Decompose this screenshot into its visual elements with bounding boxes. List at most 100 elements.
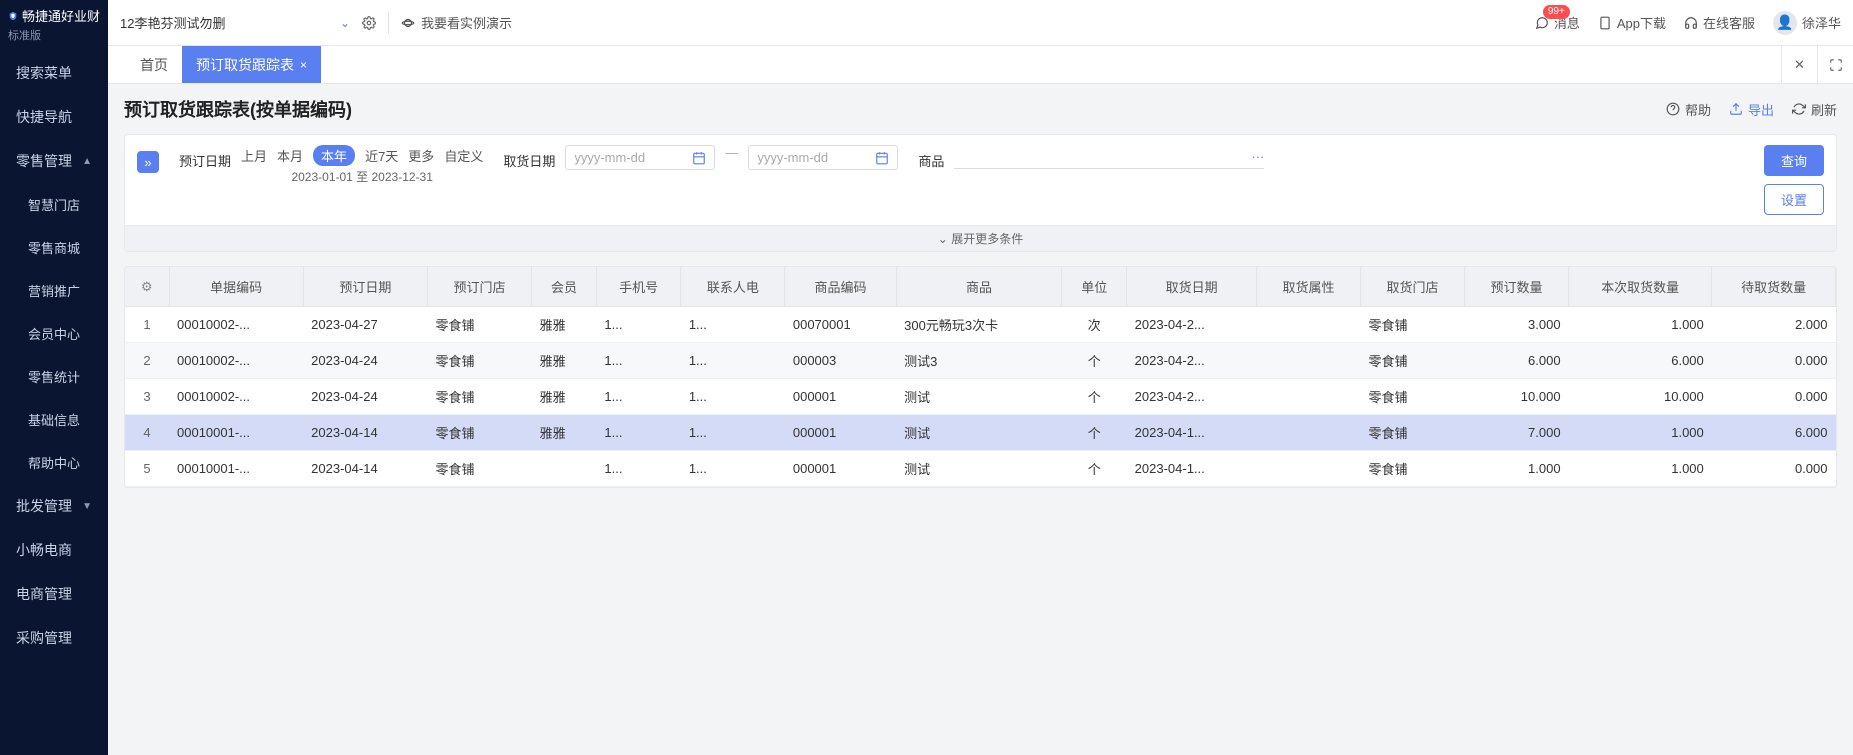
cell-contact: 1...	[681, 307, 785, 343]
column-header[interactable]: 取货门店	[1361, 267, 1465, 307]
cell-pd: 2023-04-1...	[1127, 451, 1257, 487]
range-custom[interactable]: 自定义	[444, 146, 483, 165]
sidebar-item-4[interactable]: 零售商城	[0, 226, 108, 269]
sidebar-item-label: 搜索菜单	[16, 63, 72, 83]
app-download-button[interactable]: App下载	[1598, 13, 1666, 32]
cell-pd: 2023-04-2...	[1127, 379, 1257, 415]
expand-filters-button[interactable]: ⌄ 展开更多条件	[125, 225, 1836, 251]
column-header[interactable]: 预订数量	[1465, 267, 1569, 307]
cell-store: 零食铺	[428, 343, 532, 379]
column-header[interactable]: 单据编码	[169, 267, 303, 307]
cell-pd: 2023-04-1...	[1127, 415, 1257, 451]
range-this-year[interactable]: 本年	[313, 145, 355, 166]
range-more[interactable]: 更多	[408, 146, 434, 165]
sidebar-item-13[interactable]: 采购管理	[0, 616, 108, 660]
sidebar-item-2[interactable]: 零售管理▲	[0, 139, 108, 183]
sidebar-item-0[interactable]: 搜索菜单	[0, 51, 108, 95]
cell-contact: 1...	[681, 415, 785, 451]
sidebar-item-1[interactable]: 快捷导航	[0, 95, 108, 139]
column-header[interactable]: 商品编码	[785, 267, 896, 307]
query-button[interactable]: 查询	[1764, 145, 1824, 176]
fullscreen-button[interactable]	[1817, 46, 1853, 84]
user-menu[interactable]: 👤 徐泽华	[1773, 11, 1841, 35]
export-button[interactable]: 导出	[1729, 100, 1774, 119]
page-header: 预订取货跟踪表(按单据编码) 帮助 导出 刷新	[124, 84, 1837, 134]
column-header[interactable]: 本次取货数量	[1569, 267, 1712, 307]
column-header[interactable]: 取货属性	[1256, 267, 1360, 307]
close-icon[interactable]: ×	[300, 58, 307, 72]
cell-qty: 7.000	[1465, 415, 1569, 451]
help-button[interactable]: 帮助	[1666, 100, 1711, 119]
column-header[interactable]: 联系人电	[681, 267, 785, 307]
table-row[interactable]: 200010002-...2023-04-24零食铺雅雅1...1...0000…	[125, 343, 1836, 379]
settings-button[interactable]: 设置	[1764, 184, 1824, 215]
refresh-button[interactable]: 刷新	[1792, 100, 1837, 119]
column-header[interactable]: 手机号	[596, 267, 680, 307]
sidebar-item-label: 零售统计	[28, 367, 80, 386]
sidebar-item-label: 基础信息	[28, 410, 80, 429]
table-row[interactable]: 300010002-...2023-04-24零食铺雅雅1...1...0000…	[125, 379, 1836, 415]
collapse-filter-button[interactable]: »	[137, 151, 159, 173]
column-header[interactable]: 待取货数量	[1712, 267, 1836, 307]
gear-icon[interactable]	[362, 15, 376, 31]
cell-left: 0.000	[1712, 379, 1836, 415]
demo-link[interactable]: 我要看实例演示	[401, 13, 512, 32]
tab-tracking[interactable]: 预订取货跟踪表 ×	[182, 46, 321, 83]
pickup-date-to[interactable]: yyyy-mm-dd	[748, 145, 898, 170]
date-separator: —	[725, 145, 738, 160]
cell-sku: 000001	[785, 379, 896, 415]
column-header[interactable]: 商品	[896, 267, 1062, 307]
sidebar-item-7[interactable]: 零售统计	[0, 355, 108, 398]
cell-unit: 个	[1062, 379, 1127, 415]
cell-phone: 1...	[596, 451, 680, 487]
messages-button[interactable]: 99+ 消息	[1535, 13, 1580, 32]
user-name: 徐泽华	[1802, 13, 1841, 32]
product-filter: 商品 ···	[918, 145, 1264, 170]
cell-store: 零食铺	[428, 307, 532, 343]
product-picker[interactable]: ···	[954, 145, 1264, 169]
org-name: 12李艳芬测试勿删	[120, 13, 225, 32]
cell-this: 1.000	[1569, 307, 1712, 343]
close-all-button[interactable]: ✕	[1781, 46, 1817, 84]
sidebar-item-9[interactable]: 帮助中心	[0, 441, 108, 484]
cell-left: 6.000	[1712, 415, 1836, 451]
cell-contact: 1...	[681, 343, 785, 379]
chevron-down-icon: ⌄	[938, 232, 951, 246]
cell-this: 1.000	[1569, 451, 1712, 487]
sidebar-item-12[interactable]: 电商管理	[0, 572, 108, 616]
cell-attr	[1256, 379, 1360, 415]
column-header[interactable]: 取货日期	[1127, 267, 1257, 307]
cell-phone: 1...	[596, 379, 680, 415]
cell-code: 00010001-...	[169, 415, 303, 451]
range-this-month[interactable]: 本月	[277, 146, 303, 165]
column-header[interactable]: 预订门店	[428, 267, 532, 307]
cell-pstore: 零食铺	[1361, 415, 1465, 451]
cell-store: 零食铺	[428, 415, 532, 451]
tab-home[interactable]: 首页	[126, 46, 182, 83]
table-row[interactable]: 500010001-...2023-04-14零食铺1...1...000001…	[125, 451, 1836, 487]
table-row[interactable]: 100010002-...2023-04-27零食铺雅雅1...1...0007…	[125, 307, 1836, 343]
support-button[interactable]: 在线客服	[1684, 13, 1755, 32]
column-header[interactable]: ⚙	[125, 267, 169, 307]
org-select[interactable]: 12李艳芬测试勿删 ⌄	[120, 13, 350, 32]
sidebar-item-5[interactable]: 营销推广	[0, 269, 108, 312]
column-header[interactable]: 会员	[532, 267, 597, 307]
range-last-month[interactable]: 上月	[241, 146, 267, 165]
sidebar-item-6[interactable]: 会员中心	[0, 312, 108, 355]
table-row[interactable]: 400010001-...2023-04-14零食铺雅雅1...1...0000…	[125, 415, 1836, 451]
sidebar-item-10[interactable]: 批发管理▼	[0, 484, 108, 528]
sidebar-nav: 搜索菜单快捷导航零售管理▲智慧门店零售商城营销推广会员中心零售统计基础信息帮助中…	[0, 51, 108, 660]
cell-code: 00010001-...	[169, 451, 303, 487]
sidebar-item-3[interactable]: 智慧门店	[0, 183, 108, 226]
range-last7[interactable]: 近7天	[365, 146, 398, 165]
sidebar-item-8[interactable]: 基础信息	[0, 398, 108, 441]
cell-unit: 个	[1062, 343, 1127, 379]
refresh-icon	[1792, 102, 1806, 116]
cell-pstore: 零食铺	[1361, 379, 1465, 415]
edition-badge: 标准版	[0, 27, 108, 51]
sidebar-item-11[interactable]: 小畅电商	[0, 528, 108, 572]
column-header[interactable]: 预订日期	[303, 267, 427, 307]
column-header[interactable]: 单位	[1062, 267, 1127, 307]
cell-this: 10.000	[1569, 379, 1712, 415]
pickup-date-from[interactable]: yyyy-mm-dd	[565, 145, 715, 170]
